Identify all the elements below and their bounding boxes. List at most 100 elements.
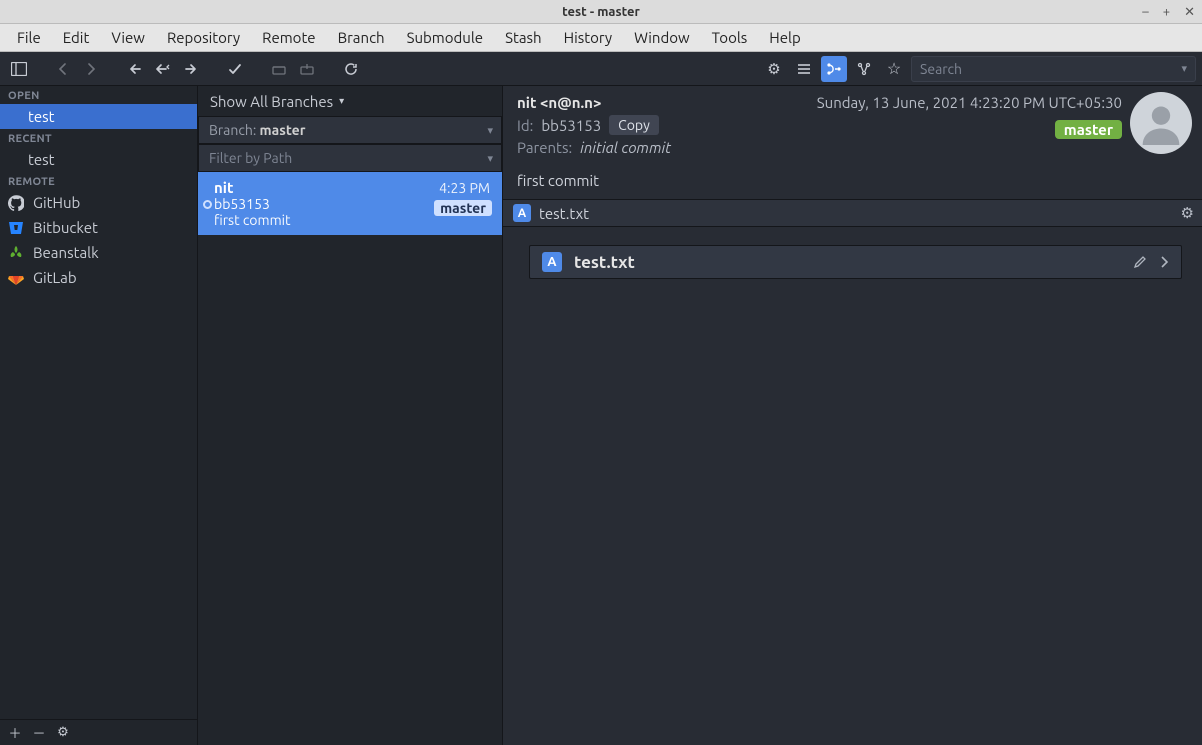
- sidebar-open-repo[interactable]: test: [0, 104, 197, 129]
- chevron-down-icon[interactable]: ▾: [1181, 62, 1187, 75]
- file-settings-button[interactable]: ⚙: [1181, 204, 1194, 222]
- menu-remote[interactable]: Remote: [251, 25, 326, 50]
- window-title: test - master: [0, 5, 1202, 19]
- search-input[interactable]: [920, 61, 1181, 77]
- stash-save-button[interactable]: [266, 56, 292, 82]
- changed-file-row[interactable]: A test.txt ⚙: [503, 199, 1202, 227]
- gear-icon: ⚙: [767, 60, 780, 78]
- commit-list-pane: Show All Branches ▾ Branch: master ▾ Fil…: [198, 86, 503, 745]
- repo-settings-button[interactable]: ⚙: [52, 722, 74, 744]
- sidebar: OPEN test RECENT test REMOTE GitHub Bitb…: [0, 86, 198, 745]
- commit-date: Sunday, 13 June, 2021 4:23:20 PM UTC+05:…: [817, 94, 1122, 111]
- sidebar-item-label: Bitbucket: [33, 219, 98, 236]
- list-view-button[interactable]: [791, 56, 817, 82]
- commit-row[interactable]: nit 4:23 PM bb53153 first commit master: [198, 172, 502, 235]
- edit-file-button[interactable]: [1133, 255, 1147, 269]
- bitbucket-icon: [8, 220, 24, 236]
- search-box[interactable]: ▾: [911, 56, 1196, 82]
- stash-group: [266, 56, 320, 82]
- maximize-button[interactable]: +: [1160, 5, 1173, 19]
- sidebar-remote-beanstalk[interactable]: Beanstalk: [0, 240, 197, 265]
- minimize-button[interactable]: –: [1139, 5, 1151, 19]
- commit-time: 4:23 PM: [439, 180, 490, 196]
- diff-area: A test.txt: [503, 227, 1202, 745]
- nav-back-button[interactable]: [50, 56, 76, 82]
- gitlab-icon: [8, 270, 24, 286]
- toggle-sidebar-button[interactable]: [6, 56, 32, 82]
- sidebar-section-remote: REMOTE: [0, 172, 197, 190]
- nav-forward-button[interactable]: [78, 56, 104, 82]
- beanstalk-icon: [8, 245, 24, 261]
- menu-edit[interactable]: Edit: [52, 25, 101, 50]
- star-icon: ☆: [887, 59, 901, 78]
- show-branches-label: Show All Branches: [210, 93, 333, 110]
- id-label: Id:: [517, 117, 533, 134]
- file-added-icon: A: [513, 204, 531, 222]
- show-branches-dropdown[interactable]: Show All Branches ▾: [198, 86, 502, 116]
- menubar: File Edit View Repository Remote Branch …: [0, 24, 1202, 52]
- refresh-button[interactable]: [338, 56, 364, 82]
- copy-button[interactable]: Copy: [609, 115, 659, 135]
- menu-help[interactable]: Help: [758, 25, 811, 50]
- commit-author: nit: [214, 179, 233, 196]
- sidebar-footer: ＋ － ⚙: [0, 719, 197, 745]
- sidebar-section-recent: RECENT: [0, 129, 197, 147]
- menu-tools[interactable]: Tools: [701, 25, 759, 50]
- graph-view-button[interactable]: [851, 56, 877, 82]
- titlebar: test - master – + ✕: [0, 0, 1202, 24]
- menu-branch[interactable]: Branch: [327, 25, 396, 50]
- star-button[interactable]: ☆: [881, 56, 907, 82]
- sidebar-remote-bitbucket[interactable]: Bitbucket: [0, 215, 197, 240]
- fetch-button[interactable]: [122, 56, 148, 82]
- commit-graph-node-icon: [203, 200, 212, 209]
- branch-dropdown[interactable]: Branch: master ▾: [198, 116, 502, 144]
- sidebar-recent-repo[interactable]: test: [0, 147, 197, 172]
- pull-button[interactable]: [150, 56, 176, 82]
- menu-stash[interactable]: Stash: [494, 25, 553, 50]
- tree-view-button[interactable]: [821, 56, 847, 82]
- commit-details-pane: nit <n@n.n> Sunday, 13 June, 2021 4:23:2…: [503, 86, 1202, 745]
- sidebar-remote-github[interactable]: GitHub: [0, 190, 197, 215]
- menu-history[interactable]: History: [553, 25, 624, 50]
- menu-file[interactable]: File: [6, 25, 52, 50]
- branch-name: master: [260, 122, 306, 138]
- commit-id: bb53153: [541, 117, 601, 134]
- chevron-down-icon: ▾: [487, 152, 493, 165]
- app-frame: ⚙ ☆ ▾ OPEN test RECENT test REMOTE: [0, 52, 1202, 745]
- menu-window[interactable]: Window: [623, 25, 701, 50]
- close-button[interactable]: ✕: [1181, 5, 1198, 20]
- filter-path-input[interactable]: Filter by Path ▾: [198, 144, 502, 172]
- sidebar-item-label: test: [28, 151, 55, 168]
- branch-chip: master: [434, 200, 492, 216]
- diff-file-header[interactable]: A test.txt: [529, 245, 1182, 279]
- github-icon: [8, 195, 24, 211]
- filter-placeholder: Filter by Path: [209, 150, 292, 166]
- menu-view[interactable]: View: [100, 25, 156, 50]
- window-controls: – + ✕: [1139, 0, 1198, 24]
- sidebar-section-open: OPEN: [0, 86, 197, 104]
- push-button[interactable]: [178, 56, 204, 82]
- minus-icon: －: [32, 723, 45, 742]
- sidebar-remote-gitlab[interactable]: GitLab: [0, 265, 197, 290]
- stash-pop-button[interactable]: [294, 56, 320, 82]
- chevron-down-icon: ▾: [487, 124, 493, 137]
- toolbar: ⚙ ☆ ▾: [0, 52, 1202, 86]
- parents-label: Parents:: [517, 139, 572, 156]
- commit-message-full: first commit: [503, 166, 1202, 199]
- sidebar-item-label: GitLab: [33, 269, 77, 286]
- branch-chip: master: [1055, 120, 1122, 139]
- branch-prefix: Branch:: [209, 122, 256, 138]
- commit-button[interactable]: [222, 56, 248, 82]
- file-added-icon: A: [542, 252, 562, 272]
- settings-button[interactable]: ⚙: [761, 56, 787, 82]
- sidebar-item-label: Beanstalk: [33, 244, 99, 261]
- expand-file-button[interactable]: [1159, 256, 1169, 268]
- plus-icon: ＋: [8, 723, 21, 742]
- add-repo-button[interactable]: ＋: [4, 722, 26, 744]
- menu-repository[interactable]: Repository: [156, 25, 251, 50]
- changed-file-name: test.txt: [539, 205, 589, 222]
- fetch-group: [122, 56, 204, 82]
- menu-submodule[interactable]: Submodule: [396, 25, 494, 50]
- remove-repo-button[interactable]: －: [28, 722, 50, 744]
- chevron-down-icon: ▾: [339, 95, 344, 107]
